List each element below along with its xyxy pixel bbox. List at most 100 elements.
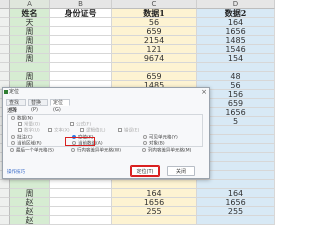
- cell-b[interactable]: [50, 189, 112, 198]
- row-number[interactable]: [0, 45, 10, 54]
- column-header-d[interactable]: D: [197, 0, 275, 9]
- cell-d[interactable]: 1656: [197, 27, 275, 36]
- cell-a[interactable]: 周: [10, 27, 50, 36]
- row-number[interactable]: [0, 63, 10, 72]
- table-row: 周 2154 1485: [0, 36, 275, 45]
- cell-b[interactable]: [50, 207, 112, 216]
- cell-b[interactable]: [50, 180, 112, 189]
- cell-a[interactable]: [10, 180, 50, 189]
- tips-link[interactable]: 操作技巧: [7, 170, 25, 176]
- cell-a[interactable]: 赵: [10, 198, 50, 207]
- cell-b[interactable]: [50, 72, 112, 81]
- cell-b[interactable]: [50, 216, 112, 225]
- cell-d[interactable]: [197, 63, 275, 72]
- cell-d[interactable]: 164: [197, 189, 275, 198]
- cell-c[interactable]: 1656: [112, 198, 197, 207]
- cell-b[interactable]: [50, 36, 112, 45]
- option-current-area[interactable]: 当前区域(R): [11, 141, 42, 148]
- column-header-b[interactable]: B: [50, 0, 112, 9]
- row-number[interactable]: [0, 189, 10, 198]
- row-number[interactable]: [0, 18, 10, 27]
- close-icon[interactable]: ×: [201, 88, 207, 96]
- goto-dialog: 定位 × 查找(D) 替换(P) 定位(G) 选择 数据(N) 常量(O) 公式…: [2, 87, 210, 179]
- radio-icon: [10, 148, 14, 152]
- option-text[interactable]: 文本(X): [48, 128, 70, 135]
- cell-a[interactable]: 周: [10, 189, 50, 198]
- table-header-row: 姓名 身份证号 数据1 数据2: [0, 9, 275, 18]
- checkbox-icon: [70, 122, 74, 126]
- cell-c[interactable]: [112, 216, 197, 225]
- cell-c[interactable]: [112, 63, 197, 72]
- cell-b[interactable]: [50, 198, 112, 207]
- cell-a[interactable]: 周: [10, 45, 50, 54]
- row-number[interactable]: [0, 72, 10, 81]
- option-col-diff[interactable]: 列内容差异单元格(M): [142, 148, 191, 155]
- cell-d[interactable]: 164: [197, 18, 275, 27]
- cell-c[interactable]: 659: [112, 27, 197, 36]
- option-object[interactable]: 对象(B): [143, 141, 165, 148]
- option-error[interactable]: 错误(E): [118, 128, 139, 135]
- select-all-corner[interactable]: [0, 0, 10, 9]
- tab-goto[interactable]: 定位(G): [50, 99, 70, 113]
- radio-icon: [142, 148, 146, 152]
- cell-a[interactable]: 天: [10, 18, 50, 27]
- option-number[interactable]: 数字(U): [18, 128, 40, 135]
- tab-replace[interactable]: 替换(P): [28, 99, 48, 113]
- cell-c[interactable]: 255: [112, 207, 197, 216]
- row-number[interactable]: [0, 198, 10, 207]
- cell-d[interactable]: [197, 180, 275, 189]
- row-number[interactable]: [0, 180, 10, 189]
- option-row-diff[interactable]: 行内容差异单元格(W): [71, 148, 121, 155]
- cell-a[interactable]: 周: [10, 54, 50, 63]
- dialog-title: 定位: [9, 89, 20, 95]
- cell-d[interactable]: 154: [197, 54, 275, 63]
- cell-a[interactable]: 赵: [10, 207, 50, 216]
- checkbox-icon: [18, 122, 22, 126]
- cell-d[interactable]: [197, 216, 275, 225]
- cell-c[interactable]: 659: [112, 72, 197, 81]
- cell-b[interactable]: [50, 54, 112, 63]
- table-row: 周 121 1546: [0, 45, 275, 54]
- header-cell-name[interactable]: 姓名: [10, 9, 50, 18]
- cell-b[interactable]: [50, 63, 112, 72]
- cell-d[interactable]: 48: [197, 72, 275, 81]
- row-number[interactable]: [0, 27, 10, 36]
- locate-button[interactable]: 定位(T): [130, 165, 160, 177]
- cell-d[interactable]: 255: [197, 207, 275, 216]
- table-row: 赵: [0, 216, 275, 225]
- row-number[interactable]: [0, 36, 10, 45]
- cell-d[interactable]: 1546: [197, 45, 275, 54]
- cell-d[interactable]: 1485: [197, 36, 275, 45]
- cell-b[interactable]: [50, 27, 112, 36]
- column-header-a[interactable]: A: [10, 0, 50, 9]
- cell-c[interactable]: [112, 180, 197, 189]
- table-row: 周 659 48: [0, 72, 275, 81]
- row-number[interactable]: [0, 54, 10, 63]
- header-cell-id[interactable]: 身份证号: [50, 9, 112, 18]
- header-cell-data2[interactable]: 数据2: [197, 9, 275, 18]
- radio-icon: [11, 135, 15, 139]
- cell-c[interactable]: 2154: [112, 36, 197, 45]
- row-number[interactable]: [0, 207, 10, 216]
- radio-icon: [11, 141, 15, 145]
- cell-c[interactable]: 164: [112, 189, 197, 198]
- cell-a[interactable]: [10, 63, 50, 72]
- checkbox-icon: [80, 128, 84, 132]
- cell-d[interactable]: 1656: [197, 198, 275, 207]
- row-number[interactable]: [0, 216, 10, 225]
- close-button[interactable]: 关闭: [167, 166, 195, 176]
- cell-a[interactable]: 赵: [10, 216, 50, 225]
- cell-c[interactable]: 9674: [112, 54, 197, 63]
- header-cell-data1[interactable]: 数据1: [112, 9, 197, 18]
- cell-b[interactable]: [50, 18, 112, 27]
- option-last-cell[interactable]: 最后一个单元格(S): [10, 148, 54, 155]
- row-number[interactable]: [0, 9, 10, 18]
- cell-a[interactable]: 周: [10, 72, 50, 81]
- column-header-c[interactable]: C: [112, 0, 197, 9]
- cell-b[interactable]: [50, 45, 112, 54]
- cell-a[interactable]: 周: [10, 36, 50, 45]
- cell-c[interactable]: 56: [112, 18, 197, 27]
- tab-find[interactable]: 查找(D): [6, 99, 26, 113]
- option-logic[interactable]: 逻辑值(L): [80, 128, 106, 135]
- cell-c[interactable]: 121: [112, 45, 197, 54]
